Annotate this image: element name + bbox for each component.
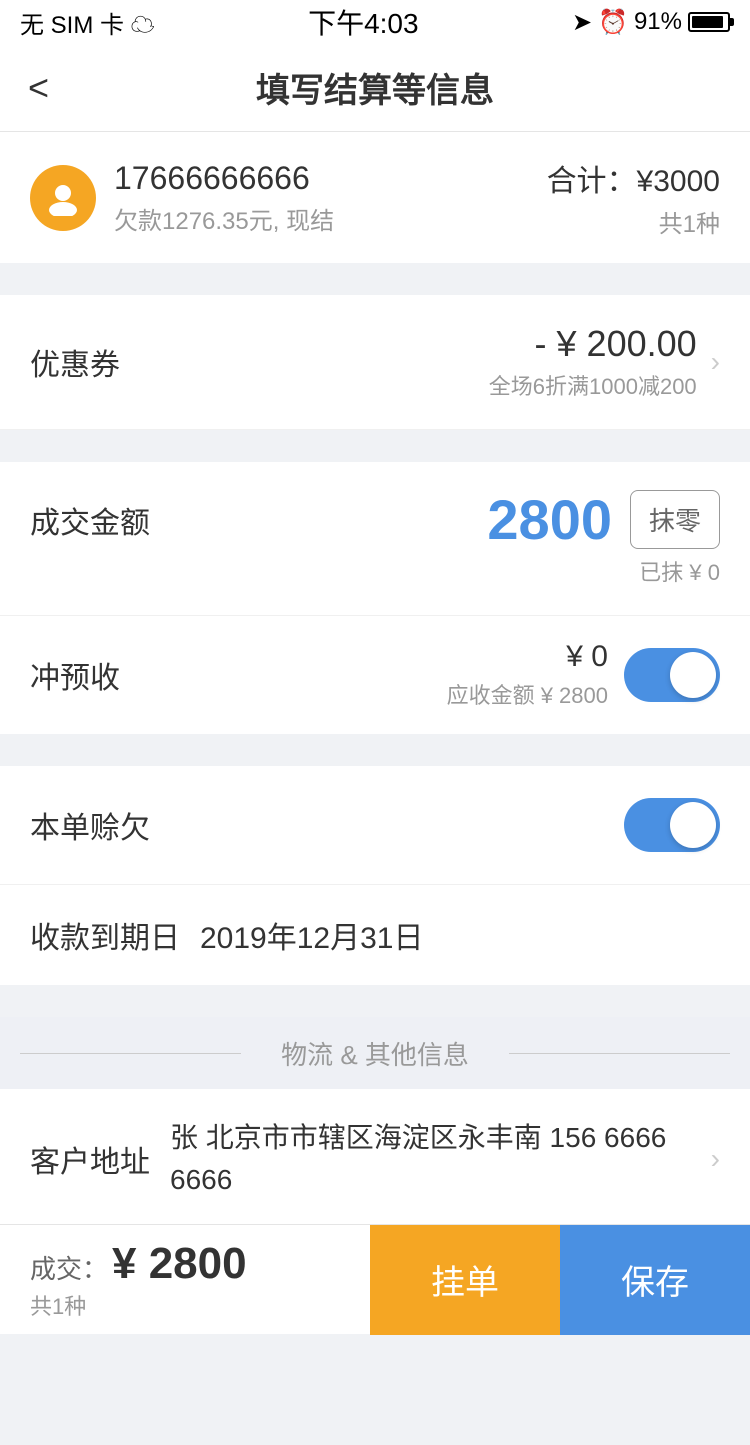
address-section: 客户地址 张 北京市市辖区海淀区永丰南 156 6666 6666 › (0, 1089, 750, 1229)
deal-amount-row: 成交金额 2800 抹零 已抹 ¥ 0 (0, 462, 750, 615)
save-button[interactable]: 保存 (560, 1225, 750, 1335)
deal-sub: 已抹 ¥ 0 (30, 555, 720, 587)
credit-toggle-knob (670, 802, 716, 848)
coupon-desc: 全场6折满1000减200 (489, 369, 697, 401)
footer-count: 共1种 (30, 1289, 340, 1321)
address-label: 客户地址 (30, 1137, 150, 1181)
battery-icon (688, 12, 730, 32)
address-chevron-icon: › (711, 1143, 720, 1175)
pre-amount: ¥ 0 (447, 640, 608, 674)
footer: 成交： ¥ 2800 共1种 挂单 保存 (0, 1224, 750, 1334)
divider-3 (0, 750, 750, 766)
customer-sub: 欠款1276.35元, 现结 (114, 201, 334, 236)
credit-toggle[interactable] (624, 798, 720, 852)
customer-left: 17666666666 欠款1276.35元, 现结 (30, 160, 334, 236)
address-value: 张 北京市市辖区海淀区永丰南 156 6666 6666 (170, 1117, 711, 1201)
credit-section: 本单赊欠 收款到期日 2019年12月31日 (0, 766, 750, 985)
footer-deal-label: 成交： (30, 1249, 108, 1286)
customer-right: 合计：¥3000 共1种 (547, 156, 720, 239)
toggle-knob (670, 652, 716, 698)
pre-collection-toggle[interactable] (624, 648, 720, 702)
alarm-icon: ⏰ (598, 8, 628, 37)
battery-fill (692, 16, 723, 28)
customer-phone: 17666666666 (114, 160, 334, 197)
credit-row: 本单赊欠 (0, 766, 750, 884)
customer-count: 共1种 (547, 204, 720, 239)
deal-section: 成交金额 2800 抹零 已抹 ¥ 0 冲预收 ¥ 0 应收金额 ¥ 2800 (0, 462, 750, 734)
date-row: 收款到期日 2019年12月31日 (0, 884, 750, 985)
status-left: 无 SIM 卡 ☁ (20, 5, 155, 40)
logistics-header-text: 物流 & 其他信息 (281, 1035, 469, 1072)
deal-right: 2800 抹零 (487, 490, 720, 549)
avatar (30, 165, 96, 231)
pre-sub: 应收金额 ¥ 2800 (447, 678, 608, 710)
chevron-icon: › (711, 346, 720, 378)
address-row[interactable]: 客户地址 张 北京市市辖区海淀区永丰南 156 6666 6666 › (0, 1089, 750, 1229)
logistics-section-header: 物流 & 其他信息 (0, 1017, 750, 1089)
coupon-section: 优惠券 - ¥ 200.00 全场6折满1000减200 › (0, 295, 750, 430)
coupon-value: - ¥ 200.00 全场6折满1000减200 (489, 323, 697, 401)
pre-collection-row: 冲预收 ¥ 0 应收金额 ¥ 2800 (0, 615, 750, 734)
page-title: 填写结算等信息 (256, 63, 494, 112)
header-line-left (20, 1053, 241, 1054)
deal-label: 成交金额 (30, 498, 150, 542)
round-button[interactable]: 抹零 (630, 490, 720, 549)
footer-amount: ¥ 2800 (112, 1239, 247, 1289)
customer-row: 17666666666 欠款1276.35元, 现结 合计：¥3000 共1种 (0, 132, 750, 263)
credit-label: 本单赊欠 (30, 803, 150, 847)
coupon-label: 优惠券 (30, 340, 120, 384)
deal-amount-value: 2800 (487, 492, 612, 548)
coupon-right: - ¥ 200.00 全场6折满1000减200 › (489, 323, 720, 401)
divider-2 (0, 446, 750, 462)
nav-bar: < 填写结算等信息 (0, 44, 750, 132)
pre-label: 冲预收 (30, 653, 120, 697)
date-label: 收款到期日 (30, 913, 180, 957)
pre-right: ¥ 0 应收金额 ¥ 2800 (447, 640, 720, 710)
location-icon: ➤ (572, 8, 592, 37)
sim-status: 无 SIM 卡 ☁ (20, 5, 155, 40)
header-line-right (509, 1053, 730, 1054)
pre-val: ¥ 0 应收金额 ¥ 2800 (447, 640, 608, 710)
battery-percent: 91% (634, 8, 682, 36)
back-button[interactable]: < (28, 67, 49, 109)
coupon-amount: - ¥ 200.00 (489, 323, 697, 365)
customer-section: 17666666666 欠款1276.35元, 现结 合计：¥3000 共1种 (0, 132, 750, 263)
divider-4 (0, 1001, 750, 1017)
status-time: 下午4:03 (308, 2, 419, 42)
status-right: ➤ ⏰ 91% (572, 8, 730, 37)
date-value: 2019年12月31日 (200, 913, 423, 957)
deal-row: 成交金额 2800 抹零 (30, 490, 720, 549)
customer-info: 17666666666 欠款1276.35元, 现结 (114, 160, 334, 236)
coupon-row[interactable]: 优惠券 - ¥ 200.00 全场6折满1000减200 › (0, 295, 750, 430)
divider-1 (0, 279, 750, 295)
hang-order-button[interactable]: 挂单 (370, 1225, 560, 1335)
footer-info: 成交： ¥ 2800 共1种 (0, 1239, 370, 1321)
status-bar: 无 SIM 卡 ☁ 下午4:03 ➤ ⏰ 91% (0, 0, 750, 44)
customer-total: 合计：¥3000 (547, 156, 720, 200)
